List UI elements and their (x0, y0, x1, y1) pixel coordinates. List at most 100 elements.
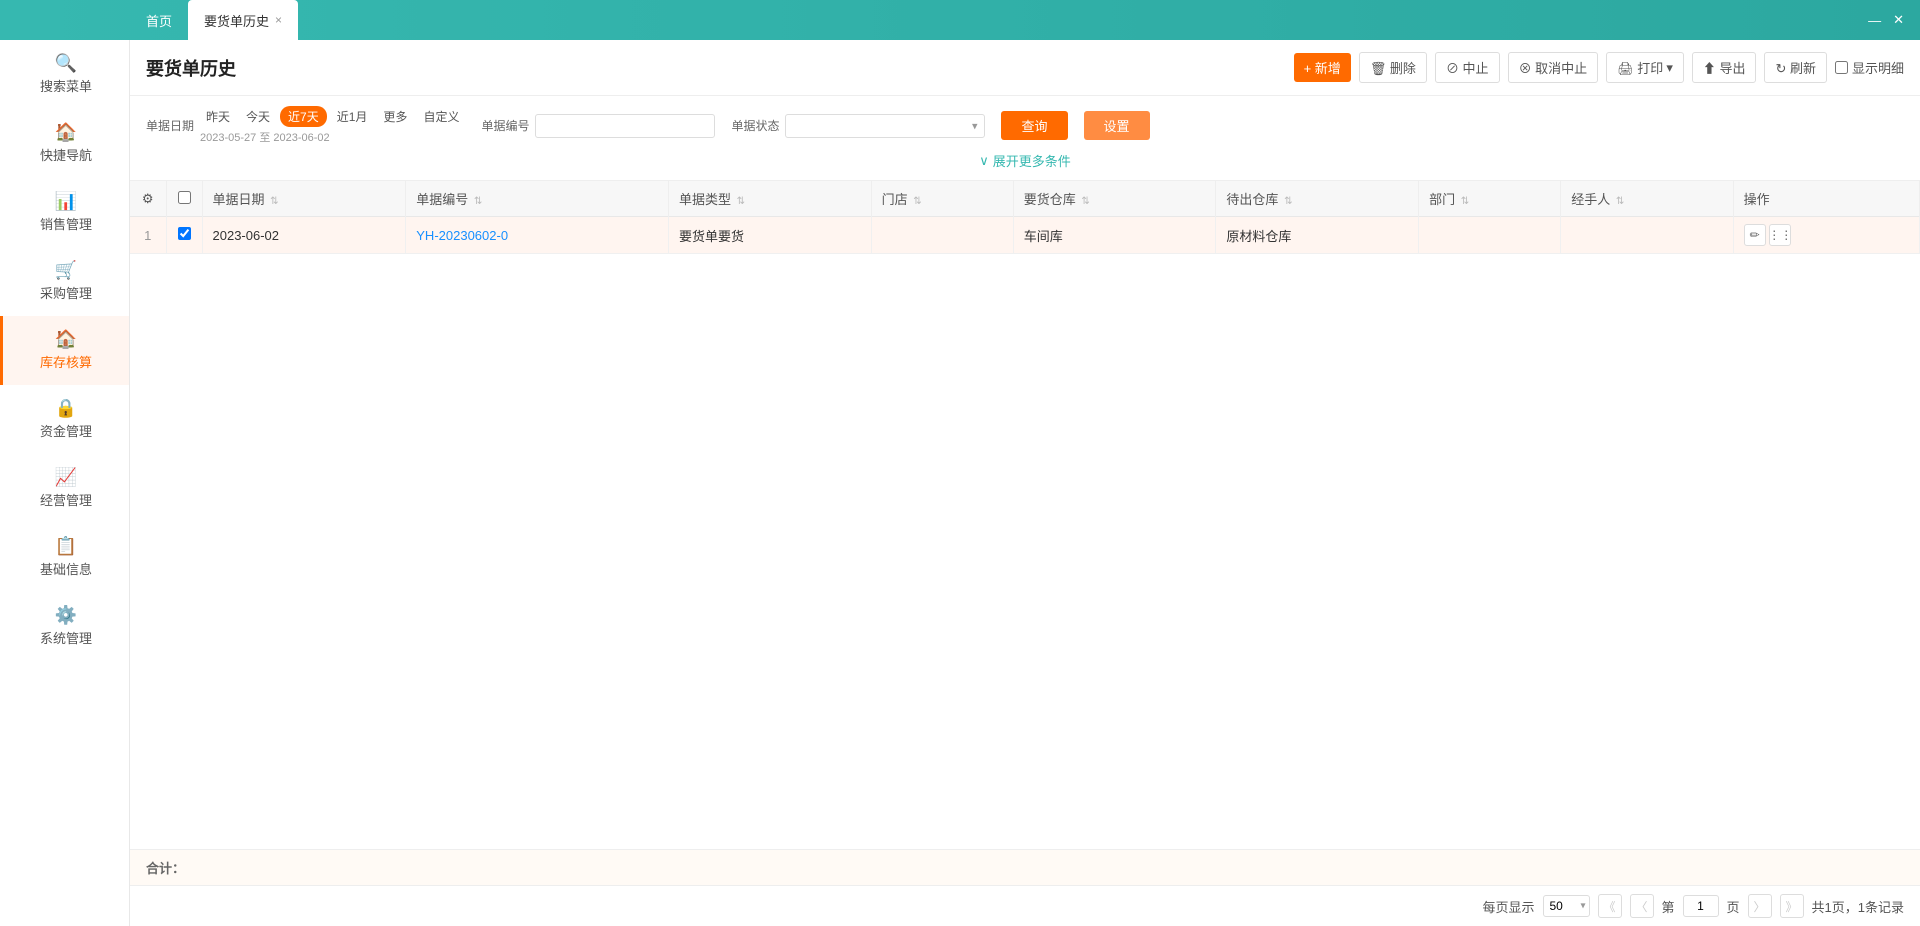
th-bill-no[interactable]: 单据编号 ⇅ (406, 181, 669, 217)
pagination: 每页显示 50 10 20 100 《 〈 第 页 〉 》 共1页，1条记录 (130, 885, 1920, 926)
sidebar-item-system[interactable]: ⚙️ 系统管理 (0, 592, 129, 661)
refresh-button[interactable]: ↻ 刷新 (1764, 52, 1827, 83)
first-page-btn[interactable]: 《 (1598, 894, 1622, 918)
sidebar-item-operations[interactable]: 📈 经营管理 (0, 454, 129, 523)
status-label: 单据状态 (731, 117, 779, 134)
yesterday-shortcut[interactable]: 昨天 (200, 106, 236, 127)
sort-department-icon: ⇅ (1461, 196, 1469, 207)
row-bill-no[interactable]: YH-20230602-0 (406, 217, 669, 254)
row-store (871, 217, 1013, 254)
sidebar-item-inventory[interactable]: 🏠 库存核算 (0, 316, 129, 385)
sidebar-item-sales[interactable]: 📊 销售管理 (0, 178, 129, 247)
tab-requisition-history[interactable]: 要货单历史 × (188, 0, 298, 40)
operations-icon: 📈 (55, 468, 77, 486)
home-icon: 🏠 (55, 123, 77, 141)
th-pending-warehouse[interactable]: 待出仓库 ⇅ (1216, 181, 1419, 217)
cancel-stop-button[interactable]: ⊗ 取消中止 (1508, 52, 1599, 83)
basic-info-icon: 📋 (55, 537, 77, 555)
row-checkbox[interactable] (178, 227, 191, 240)
search-icon: 🔍 (55, 54, 77, 72)
th-req-warehouse[interactable]: 要货仓库 ⇅ (1013, 181, 1216, 217)
th-department[interactable]: 部门 ⇅ (1419, 181, 1561, 217)
page-number-input[interactable] (1683, 895, 1719, 917)
show-detail-checkbox-label[interactable]: 显示明细 (1835, 58, 1904, 77)
print-button[interactable]: 🖨 打印 ▾ (1606, 52, 1684, 83)
table-header-row: ⚙ 单据日期 ⇅ 单据编号 ⇅ 单据类型 (130, 181, 1920, 217)
table-footer: 合计： (130, 849, 1920, 885)
more-shortcut[interactable]: 更多 (377, 106, 413, 127)
toolbar: + 新增 🗑 删除 ⊘ 中止 ⊗ 取消中止 🖨 打印 ▾ ⬆ 导出 (1294, 52, 1904, 83)
show-detail-checkbox[interactable] (1835, 61, 1848, 74)
th-settings[interactable]: ⚙ (130, 181, 166, 217)
inventory-icon: 🏠 (55, 330, 77, 348)
summary-label: 合计： (146, 858, 185, 877)
row-bill-date: 2023-06-02 (202, 217, 406, 254)
delete-button[interactable]: 🗑 删除 (1359, 52, 1427, 83)
sidebar-item-basic-info[interactable]: 📋 基础信息 (0, 523, 129, 592)
tab-close-icon[interactable]: × (275, 13, 282, 27)
row-more-btn[interactable]: ⋮⋮ (1769, 224, 1791, 246)
data-table: ⚙ 单据日期 ⇅ 单据编号 ⇅ 单据类型 (130, 181, 1920, 254)
row-department (1419, 217, 1561, 254)
per-page-label: 每页显示 (1482, 897, 1534, 916)
status-filter-group: 单据状态 (731, 114, 985, 138)
add-button[interactable]: + 新增 (1294, 53, 1351, 82)
row-num: 1 (130, 217, 166, 254)
status-select[interactable] (785, 114, 985, 138)
sidebar-label-purchase: 采购管理 (40, 283, 92, 302)
sort-bill-no-icon: ⇅ (474, 196, 482, 207)
print-dropdown-icon: ▾ (1666, 60, 1673, 76)
th-store[interactable]: 门店 ⇅ (871, 181, 1013, 217)
sidebar-label-finance: 资金管理 (40, 421, 92, 440)
filter-row: 单据日期 昨天 今天 近7天 近1月 更多 自定义 2023-05-27 至 2… (146, 106, 1904, 145)
settings-icon: ⚙️ (55, 606, 77, 624)
bill-no-input[interactable] (535, 114, 715, 138)
settings-button[interactable]: 设置 (1084, 111, 1150, 140)
custom-shortcut[interactable]: 自定义 (417, 106, 465, 127)
last7-shortcut[interactable]: 近7天 (280, 106, 327, 127)
next-page-btn[interactable]: 〉 (1748, 894, 1772, 918)
total-info: 共1页，1条记录 (1812, 897, 1904, 916)
sidebar-label-basic-info: 基础信息 (40, 559, 92, 578)
expand-more-btn[interactable]: ∨ 展开更多条件 (146, 151, 1904, 170)
th-handler[interactable]: 经手人 ⇅ (1561, 181, 1733, 217)
sort-pending-warehouse-icon: ⇅ (1284, 196, 1292, 207)
row-handler (1561, 217, 1733, 254)
th-action: 操作 (1733, 181, 1919, 217)
last1month-shortcut[interactable]: 近1月 (331, 106, 374, 127)
close-btn[interactable]: ✕ (1893, 12, 1904, 28)
query-button[interactable]: 查询 (1001, 111, 1067, 140)
export-button[interactable]: ⬆ 导出 (1692, 52, 1757, 83)
th-checkbox (166, 181, 202, 217)
last-page-btn[interactable]: 》 (1780, 894, 1804, 918)
date-filter-label: 单据日期 (146, 117, 194, 134)
tab-home[interactable]: 首页 (130, 0, 188, 40)
sidebar-item-purchase[interactable]: 🛒 采购管理 (0, 247, 129, 316)
row-edit-btn[interactable]: ✏ (1744, 224, 1766, 246)
bill-no-label: 单据编号 (481, 117, 529, 134)
row-bill-type: 要货单要货 (668, 217, 871, 254)
select-all-checkbox[interactable] (178, 191, 191, 204)
bill-no-link[interactable]: YH-20230602-0 (416, 228, 508, 243)
sidebar-label-quick-nav: 快捷导航 (40, 145, 92, 164)
minimize-btn[interactable]: — (1868, 13, 1881, 28)
sidebar-item-finance[interactable]: 🔒 资金管理 (0, 385, 129, 454)
sidebar-item-quick-nav[interactable]: 🏠 快捷导航 (0, 109, 129, 178)
stop-button[interactable]: ⊘ 中止 (1435, 52, 1500, 83)
page-size-select[interactable]: 50 10 20 100 (1543, 895, 1590, 917)
row-pending-warehouse: 原材料仓库 (1216, 217, 1419, 254)
table-container[interactable]: ⚙ 单据日期 ⇅ 单据编号 ⇅ 单据类型 (130, 181, 1920, 849)
cart-icon: 🛒 (55, 261, 77, 279)
top-bar: 首页 要货单历史 × — ✕ (0, 0, 1920, 40)
main-layout: 🔍 搜索菜单 🏠 快捷导航 📊 销售管理 🛒 采购管理 🏠 库存核算 🔒 资金管… (0, 40, 1920, 926)
date-filter-group: 单据日期 昨天 今天 近7天 近1月 更多 自定义 2023-05-27 至 2… (146, 106, 465, 145)
sort-req-warehouse-icon: ⇅ (1081, 196, 1089, 207)
today-shortcut[interactable]: 今天 (240, 106, 276, 127)
th-bill-date[interactable]: 单据日期 ⇅ (202, 181, 406, 217)
bill-no-filter-group: 单据编号 (481, 114, 715, 138)
page-suffix-label: 页 (1727, 897, 1740, 916)
sidebar-item-search-menu[interactable]: 🔍 搜索菜单 (0, 40, 129, 109)
sidebar-label-operations: 经营管理 (40, 490, 92, 509)
th-bill-type[interactable]: 单据类型 ⇅ (668, 181, 871, 217)
prev-page-btn[interactable]: 〈 (1630, 894, 1654, 918)
